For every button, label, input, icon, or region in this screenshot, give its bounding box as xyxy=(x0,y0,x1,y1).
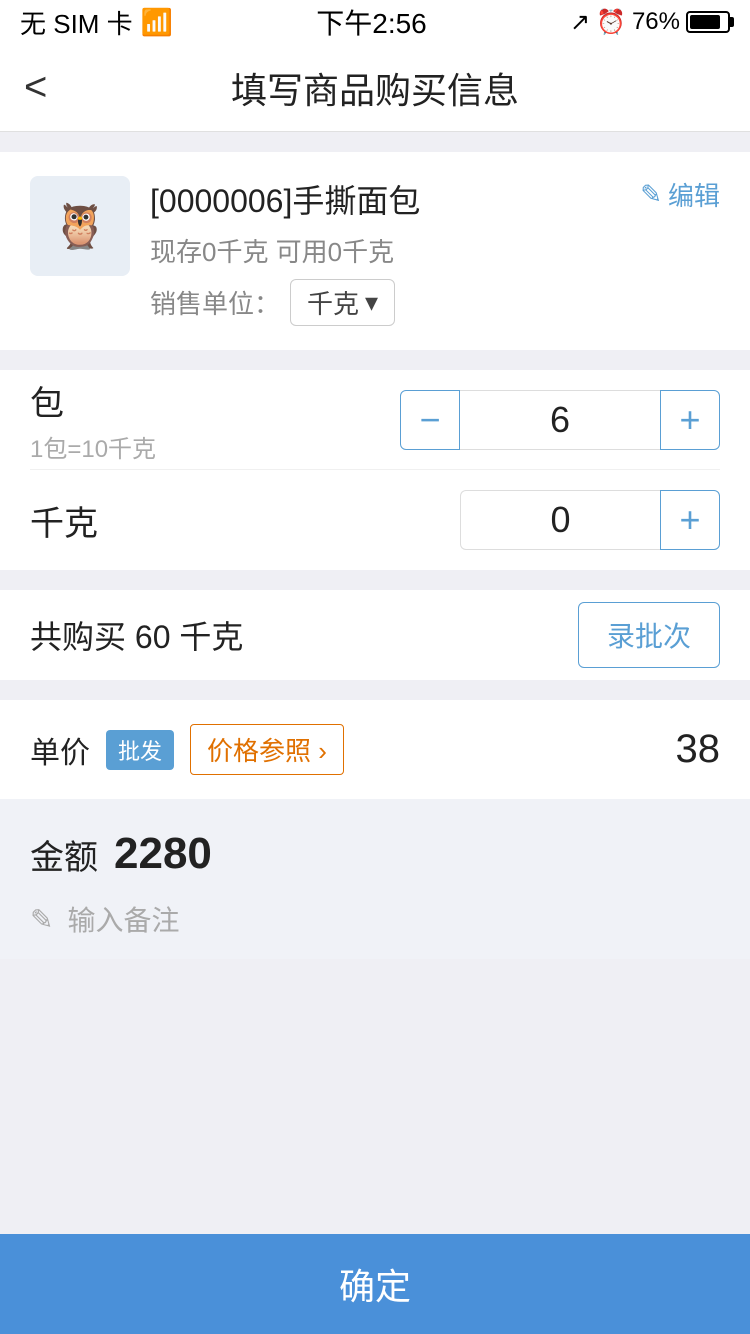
unit-select[interactable]: 千克 ▾ xyxy=(290,279,395,326)
product-name: [0000006]手撕面包 xyxy=(150,176,720,222)
pencil-icon: ✎ xyxy=(30,903,53,936)
qty-label-kg: 千克 xyxy=(30,496,460,545)
qty-label-pack: 包 xyxy=(30,376,400,425)
price-value: 38 xyxy=(676,727,721,772)
status-right: ↗ ⏰ 76% xyxy=(570,8,730,37)
amount-section: 金额 2280 ✎ 输入备注 xyxy=(0,799,750,959)
status-time: 下午2:56 xyxy=(316,2,427,42)
qty-input-kg[interactable] xyxy=(460,490,660,550)
product-card: 🦉 [0000006]手撕面包 现存0千克 可用0千克 销售单位： 千克 ▾ ✎… xyxy=(0,152,750,350)
product-unit-row: 销售单位： 千克 ▾ xyxy=(150,279,720,326)
qty-control-pack: − + xyxy=(400,390,720,450)
edit-icon: ✎ xyxy=(640,179,662,210)
qty-control-kg: + xyxy=(460,490,720,550)
edit-button[interactable]: ✎ 编辑 xyxy=(640,176,720,213)
status-bar: 无 SIM 卡 📶 下午2:56 ↗ ⏰ 76% xyxy=(0,0,750,44)
note-row[interactable]: ✎ 输入备注 xyxy=(30,899,720,939)
battery-icon xyxy=(686,11,730,33)
carrier-text: 无 SIM 卡 xyxy=(20,4,133,41)
note-placeholder: 输入备注 xyxy=(67,899,179,939)
quantity-section: 包 1包=10千克 − + 千克 + xyxy=(0,370,750,570)
product-thumbnail: 🦉 xyxy=(30,176,130,276)
qty-row-pack: 包 1包=10千克 − + xyxy=(30,370,720,470)
amount-label: 金额 xyxy=(30,830,98,879)
back-button[interactable]: < xyxy=(24,65,47,110)
price-ref-button[interactable]: 价格参照 › xyxy=(190,724,344,775)
batch-button[interactable]: 录批次 xyxy=(578,602,720,668)
page-spacer xyxy=(0,959,750,1239)
amount-value: 2280 xyxy=(114,829,212,879)
price-badge: 批发 xyxy=(106,730,174,770)
nav-bar: < 填写商品购买信息 xyxy=(0,44,750,132)
qty-plus-pack[interactable]: + xyxy=(660,390,720,450)
product-stock: 现存0千克 可用0千克 xyxy=(150,232,720,269)
location-icon: ↗ xyxy=(570,8,590,37)
price-row: 单价 批发 价格参照 › 38 xyxy=(30,724,720,775)
status-left: 无 SIM 卡 📶 xyxy=(20,4,173,41)
confirm-bar[interactable]: 确定 xyxy=(0,1234,750,1334)
price-label: 单价 xyxy=(30,728,90,772)
product-owl-icon: 🦉 xyxy=(53,200,108,252)
total-text: 共购买 60 千克 xyxy=(30,612,578,658)
alarm-icon: ⏰ xyxy=(596,8,626,37)
confirm-button[interactable]: 确定 xyxy=(339,1258,411,1310)
total-amount: 60 xyxy=(135,619,171,655)
price-section: 单价 批发 价格参照 › 38 xyxy=(0,700,750,799)
unit-label: 销售单位： xyxy=(150,284,280,321)
qty-input-pack[interactable] xyxy=(460,390,660,450)
qty-label-pack-block: 包 1包=10千克 xyxy=(30,376,400,464)
qty-plus-kg[interactable]: + xyxy=(660,490,720,550)
page-title: 填写商品购买信息 xyxy=(231,62,519,114)
total-section: 共购买 60 千克 录批次 xyxy=(0,590,750,680)
wifi-icon: 📶 xyxy=(141,7,173,38)
qty-sublabel-pack: 1包=10千克 xyxy=(30,429,400,464)
product-info: [0000006]手撕面包 现存0千克 可用0千克 销售单位： 千克 ▾ xyxy=(150,176,720,326)
battery-percent: 76% xyxy=(632,8,680,36)
qty-row-kg: 千克 + xyxy=(30,470,720,570)
amount-row: 金额 2280 xyxy=(30,829,720,879)
qty-label-kg-block: 千克 xyxy=(30,496,460,545)
qty-minus-pack[interactable]: − xyxy=(400,390,460,450)
